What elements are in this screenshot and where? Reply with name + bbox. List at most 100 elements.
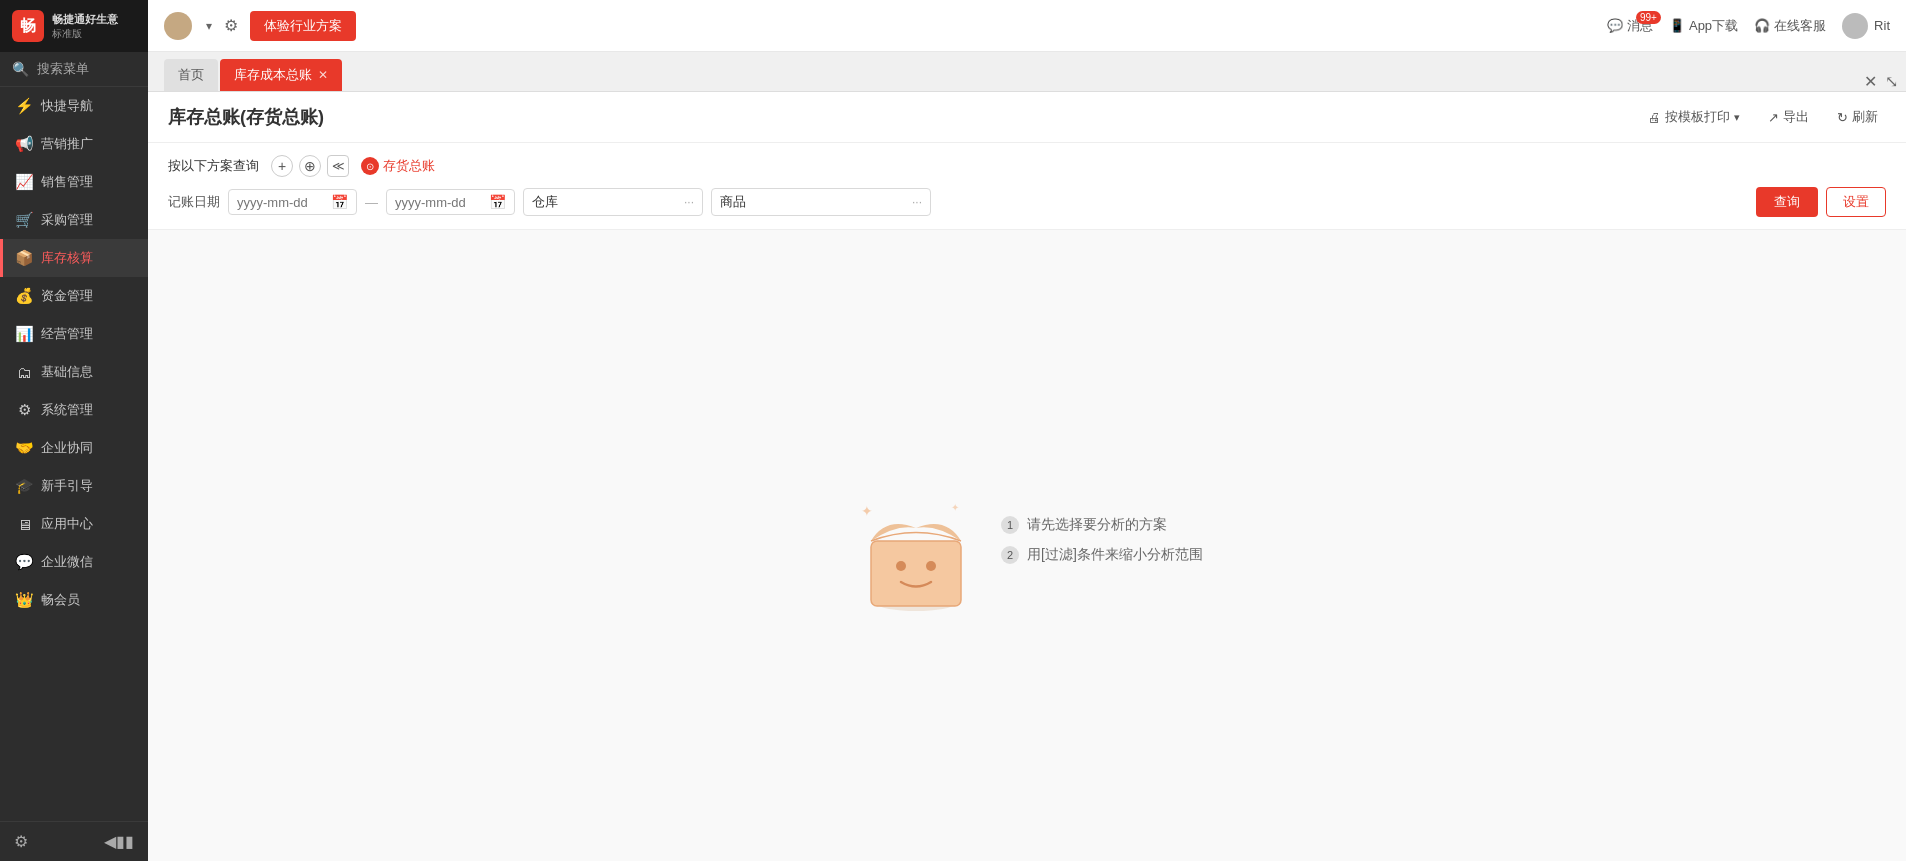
sidebar-nav: ⚡ 快捷导航 📢 营销推广 📈 销售管理 🛒 采购管理 📦 库存核算 💰 资金管…	[0, 87, 148, 821]
sidebar-logo: 畅 畅捷通好生意 标准版	[0, 0, 148, 52]
operation-icon: 📊	[15, 325, 33, 343]
hint-1: 1 请先选择要分析的方案	[1001, 516, 1203, 534]
hint-num-2: 2	[1001, 546, 1019, 564]
warehouse-select[interactable]: 仓库 ···	[523, 188, 703, 216]
app-logo-icon: 畅	[12, 10, 44, 42]
sidebar-item-appcenter[interactable]: 🖥 应用中心	[0, 505, 148, 543]
sidebar-item-finance[interactable]: 💰 资金管理	[0, 277, 148, 315]
refresh-btn[interactable]: ↻ 刷新	[1829, 104, 1886, 130]
vip-icon: 👑	[15, 591, 33, 609]
date-dash: —	[365, 195, 378, 210]
online-service-action[interactable]: 🎧 在线客服	[1754, 17, 1826, 35]
settings-btn[interactable]: 设置	[1826, 187, 1886, 217]
message-action[interactable]: 💬 消息 99+	[1607, 17, 1653, 35]
scheme-icon: ⊙	[361, 157, 379, 175]
marketing-icon: 📢	[15, 135, 33, 153]
sidebar-item-basic[interactable]: 🗂 基础信息	[0, 353, 148, 391]
svg-point-3	[926, 561, 936, 571]
filter-del-btn[interactable]: ⊕	[299, 155, 321, 177]
goods-more-icon[interactable]: ···	[912, 195, 922, 209]
tab-home[interactable]: 首页	[164, 59, 218, 91]
topbar-user-right[interactable]: Rit	[1842, 13, 1890, 39]
wechat-icon: 💬	[15, 553, 33, 571]
goods-select[interactable]: 商品 ···	[711, 188, 931, 216]
filter-scheme: ⊙ 存货总账	[361, 157, 435, 175]
print-btn[interactable]: 🖨 按模板打印 ▾	[1640, 104, 1748, 130]
sales-icon: 📈	[15, 173, 33, 191]
svg-point-2	[896, 561, 906, 571]
tabbar: 首页 库存成本总账 ✕ ✕ ⤡	[148, 52, 1906, 92]
hint-num-1: 1	[1001, 516, 1019, 534]
empty-hints: 1 请先选择要分析的方案 2 用[过滤]条件来缩小分析范围	[1001, 516, 1203, 576]
sidebar-item-operation[interactable]: 📊 经营管理	[0, 315, 148, 353]
calendar-start-icon[interactable]: 📅	[331, 194, 348, 210]
sidebar-search[interactable]: 🔍 搜索菜单	[0, 52, 148, 87]
app-download-action[interactable]: 📱 App下载	[1669, 17, 1738, 35]
warehouse-label: 仓库	[532, 193, 680, 211]
sidebar-item-enterprise[interactable]: 🤝 企业协同	[0, 429, 148, 467]
basic-icon: 🗂	[15, 364, 33, 381]
inventory-icon: 📦	[15, 249, 33, 267]
refresh-icon: ↻	[1837, 110, 1848, 125]
calendar-end-icon[interactable]: 📅	[489, 194, 506, 210]
phone-icon: 📱	[1669, 18, 1685, 33]
filter-label: 按以下方案查询	[168, 157, 259, 175]
date-end-field[interactable]	[395, 195, 485, 210]
date-start-field[interactable]	[237, 195, 327, 210]
date-end-input[interactable]: 📅	[386, 189, 515, 215]
tab-close-icon[interactable]: ✕	[318, 68, 328, 82]
export-btn[interactable]: ↗ 导出	[1760, 104, 1817, 130]
sidebar-item-marketing[interactable]: 📢 营销推广	[0, 125, 148, 163]
footer-settings-btn[interactable]: ⚙	[14, 832, 28, 851]
topbar-chevron-icon[interactable]: ▾	[206, 19, 212, 33]
sidebar-footer: ⚙ ◀▮▮	[0, 821, 148, 861]
filter-collapse-btn[interactable]: ≪	[327, 155, 349, 177]
date-label: 记账日期	[168, 193, 220, 211]
content-area: ✦ ✦ 1 请先选择要分析的方案 2 用[过滤]条件来缩小分析范围	[148, 230, 1906, 861]
empty-svg: ✦ ✦	[851, 486, 981, 616]
sidebar-item-inventory[interactable]: 📦 库存核算	[0, 239, 148, 277]
warehouse-more-icon[interactable]: ···	[684, 195, 694, 209]
sidebar-item-sales[interactable]: 📈 销售管理	[0, 163, 148, 201]
sidebar-item-wechat[interactable]: 💬 企业微信	[0, 543, 148, 581]
svg-rect-1	[871, 541, 961, 606]
sidebar-item-vip[interactable]: 👑 畅会员	[0, 581, 148, 619]
footer-audio-btn[interactable]: ◀▮▮	[104, 832, 134, 851]
filter-add-btn[interactable]: +	[271, 155, 293, 177]
newguide-icon: 🎓	[15, 477, 33, 495]
window-controls: ✕ ⤡	[1856, 72, 1906, 91]
user-avatar-right	[1842, 13, 1868, 39]
sidebar-item-purchase[interactable]: 🛒 采购管理	[0, 201, 148, 239]
sidebar-item-system[interactable]: ⚙ 系统管理	[0, 391, 148, 429]
date-start-input[interactable]: 📅	[228, 189, 357, 215]
export-icon: ↗	[1768, 110, 1779, 125]
search-btn[interactable]: 查询	[1756, 187, 1818, 217]
purchase-icon: 🛒	[15, 211, 33, 229]
window-resize-btn[interactable]: ⤡	[1885, 72, 1898, 91]
message-badge: 99+	[1636, 11, 1661, 24]
tab-inventory-cost[interactable]: 库存成本总账 ✕	[220, 59, 342, 91]
window-close-btn[interactable]: ✕	[1864, 72, 1877, 91]
app-logo-text: 畅捷通好生意 标准版	[52, 12, 118, 39]
filter-inputs: 记账日期 📅 — 📅 仓库 ··· 商品 ··· 查询 设置	[168, 187, 1886, 217]
page-header: 库存总账(存货总账) 🖨 按模板打印 ▾ ↗ 导出 ↻ 刷新	[148, 92, 1906, 143]
topbar-gear-icon[interactable]: ⚙	[224, 16, 238, 35]
hint-2: 2 用[过滤]条件来缩小分析范围	[1001, 546, 1203, 564]
search-icon: 🔍	[12, 61, 29, 77]
sidebar-item-quick-nav[interactable]: ⚡ 快捷导航	[0, 87, 148, 125]
scheme-item[interactable]: ⊙ 存货总账	[361, 157, 435, 175]
sidebar-item-newguide[interactable]: 🎓 新手引导	[0, 467, 148, 505]
print-dropdown-icon[interactable]: ▾	[1734, 111, 1740, 124]
appcenter-icon: 🖥	[15, 516, 33, 533]
main-area: ▾ ⚙ 体验行业方案 💬 消息 99+ 📱 App下载 🎧 在线客服 Rit	[148, 0, 1906, 861]
topbar-user[interactable]	[164, 12, 198, 40]
topbar-right: 💬 消息 99+ 📱 App下载 🎧 在线客服 Rit	[1607, 13, 1890, 39]
filter-row-scheme: 按以下方案查询 + ⊕ ≪ ⊙ 存货总账	[168, 155, 1886, 177]
headset-icon: 🎧	[1754, 18, 1770, 33]
user-avatar	[164, 12, 192, 40]
enterprise-icon: 🤝	[15, 439, 33, 457]
message-icon: 💬	[1607, 18, 1623, 33]
empty-illustration: ✦ ✦	[851, 486, 971, 606]
page-title: 库存总账(存货总账)	[168, 105, 324, 129]
trial-btn[interactable]: 体验行业方案	[250, 11, 356, 41]
